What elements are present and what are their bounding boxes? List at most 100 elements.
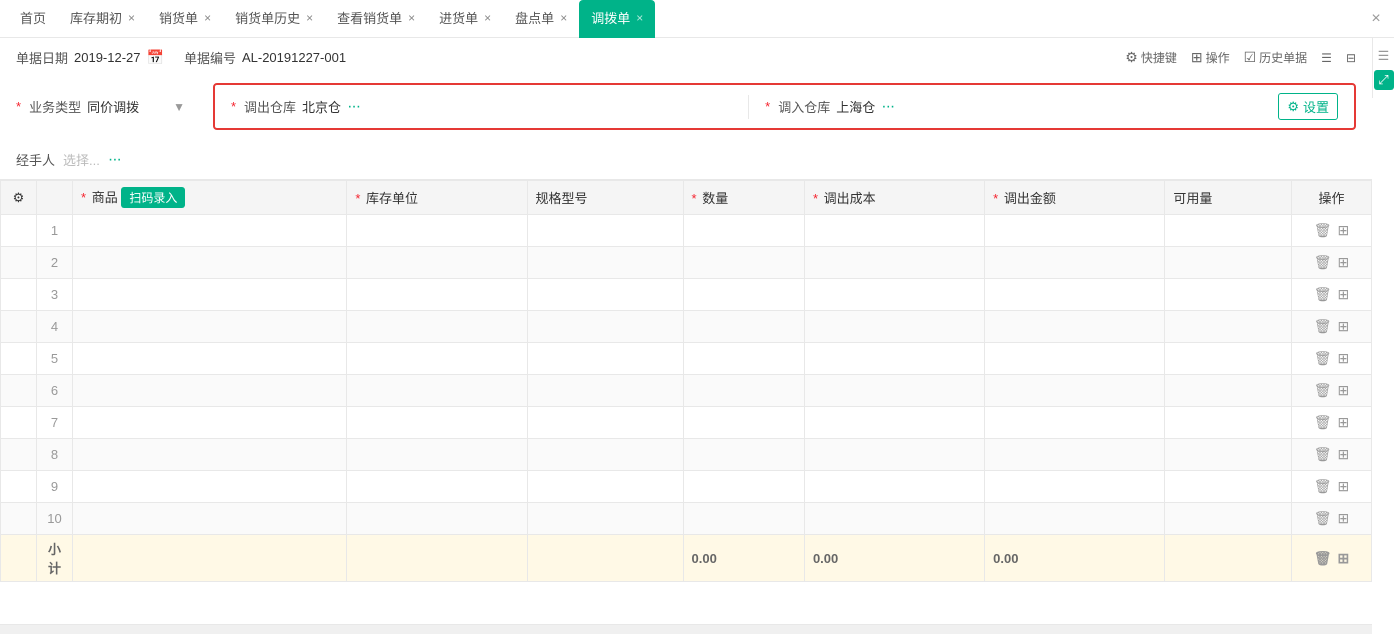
- row-amount[interactable]: [985, 343, 1165, 375]
- row-amount[interactable]: [985, 471, 1165, 503]
- row-product[interactable]: [73, 343, 347, 375]
- row-copy-icon[interactable]: ⊞: [1338, 382, 1350, 399]
- row-delete-icon[interactable]: 🗑: [1314, 510, 1332, 527]
- row-qty[interactable]: [683, 279, 804, 311]
- row-copy-icon[interactable]: ⊞: [1338, 414, 1350, 431]
- row-product[interactable]: [73, 279, 347, 311]
- row-product[interactable]: [73, 439, 347, 471]
- row-amount[interactable]: [985, 215, 1165, 247]
- history-button[interactable]: ☑ 历史单据: [1244, 49, 1308, 66]
- row-unit[interactable]: [347, 343, 527, 375]
- row-cost[interactable]: [804, 311, 984, 343]
- tab-inventory-init[interactable]: 库存期初 ×: [58, 0, 147, 38]
- layout-grid-button[interactable]: ⊟: [1346, 51, 1356, 65]
- row-cost[interactable]: [804, 407, 984, 439]
- row-available[interactable]: [1165, 375, 1292, 407]
- row-available[interactable]: [1165, 471, 1292, 503]
- row-cost[interactable]: [804, 343, 984, 375]
- tab-bar-close-button[interactable]: ×: [1366, 9, 1386, 29]
- tab-transfer[interactable]: 调拨单 ×: [579, 0, 655, 38]
- row-available[interactable]: [1165, 279, 1292, 311]
- row-spec[interactable]: [527, 503, 683, 535]
- row-product[interactable]: [73, 471, 347, 503]
- tab-close-stocktake[interactable]: ×: [560, 11, 567, 25]
- row-spec[interactable]: [527, 407, 683, 439]
- row-unit[interactable]: [347, 503, 527, 535]
- tab-view-sales[interactable]: 查看销货单 ×: [325, 0, 427, 38]
- row-available[interactable]: [1165, 343, 1292, 375]
- row-amount[interactable]: [985, 279, 1165, 311]
- tab-stocktake[interactable]: 盘点单 ×: [503, 0, 579, 38]
- row-spec[interactable]: [527, 471, 683, 503]
- tab-close-inventory-init[interactable]: ×: [128, 11, 135, 25]
- row-cost[interactable]: [804, 279, 984, 311]
- in-warehouse-value[interactable]: 上海仓: [836, 97, 875, 116]
- row-cost[interactable]: [804, 503, 984, 535]
- row-product[interactable]: [73, 503, 347, 535]
- row-copy-icon[interactable]: ⊞: [1338, 478, 1350, 495]
- tab-close-transfer[interactable]: ×: [636, 11, 643, 25]
- row-unit[interactable]: [347, 215, 527, 247]
- row-amount[interactable]: [985, 439, 1165, 471]
- biz-value[interactable]: 同价调拨: [87, 97, 167, 116]
- row-available[interactable]: [1165, 215, 1292, 247]
- row-qty[interactable]: [683, 247, 804, 279]
- row-amount[interactable]: [985, 407, 1165, 439]
- row-copy-icon[interactable]: ⊞: [1338, 510, 1350, 527]
- row-copy-icon[interactable]: ⊞: [1338, 446, 1350, 463]
- biz-dropdown-icon[interactable]: ▼: [173, 100, 185, 114]
- row-cost[interactable]: [804, 375, 984, 407]
- row-qty[interactable]: [683, 439, 804, 471]
- tab-close-sales-history[interactable]: ×: [306, 11, 313, 25]
- tab-purchase[interactable]: 进货单 ×: [427, 0, 503, 38]
- row-amount[interactable]: [985, 247, 1165, 279]
- row-copy-icon[interactable]: ⊞: [1338, 350, 1350, 367]
- row-spec[interactable]: [527, 247, 683, 279]
- row-product[interactable]: [73, 247, 347, 279]
- tab-home[interactable]: 首页: [8, 0, 58, 38]
- row-spec[interactable]: [527, 439, 683, 471]
- row-qty[interactable]: [683, 503, 804, 535]
- row-qty[interactable]: [683, 471, 804, 503]
- row-qty[interactable]: [683, 215, 804, 247]
- tab-sales-history[interactable]: 销货单历史 ×: [223, 0, 325, 38]
- layout-list-button[interactable]: ☰: [1321, 51, 1332, 65]
- horizontal-scrollbar[interactable]: [0, 624, 1372, 634]
- row-delete-icon[interactable]: 🗑: [1314, 478, 1332, 495]
- sidebar-expand-icon[interactable]: ⤢: [1374, 70, 1394, 90]
- row-amount[interactable]: [985, 375, 1165, 407]
- row-delete-icon[interactable]: 🗑: [1314, 318, 1332, 335]
- agent-dots[interactable]: ···: [108, 151, 121, 169]
- shortcut-button[interactable]: ⚙ 快捷键: [1125, 49, 1177, 66]
- tab-close-sales-order[interactable]: ×: [204, 11, 211, 25]
- subtotal-add-icon[interactable]: ⊞: [1338, 550, 1350, 567]
- row-delete-icon[interactable]: 🗑: [1314, 414, 1332, 431]
- row-cost[interactable]: [804, 215, 984, 247]
- row-delete-icon[interactable]: 🗑: [1314, 254, 1332, 271]
- row-spec[interactable]: [527, 343, 683, 375]
- row-unit[interactable]: [347, 439, 527, 471]
- row-qty[interactable]: [683, 343, 804, 375]
- row-delete-icon[interactable]: 🗑: [1314, 350, 1332, 367]
- row-available[interactable]: [1165, 407, 1292, 439]
- tab-close-purchase[interactable]: ×: [484, 11, 491, 25]
- row-unit[interactable]: [347, 311, 527, 343]
- row-amount[interactable]: [985, 311, 1165, 343]
- row-delete-icon[interactable]: 🗑: [1314, 382, 1332, 399]
- row-unit[interactable]: [347, 471, 527, 503]
- row-product[interactable]: [73, 215, 347, 247]
- row-spec[interactable]: [527, 375, 683, 407]
- row-copy-icon[interactable]: ⊞: [1338, 286, 1350, 303]
- row-unit[interactable]: [347, 407, 527, 439]
- out-warehouse-value[interactable]: 北京仓: [302, 97, 341, 116]
- row-spec[interactable]: [527, 311, 683, 343]
- row-product[interactable]: [73, 311, 347, 343]
- in-warehouse-dots[interactable]: ···: [881, 98, 894, 116]
- row-spec[interactable]: [527, 279, 683, 311]
- row-cost[interactable]: [804, 439, 984, 471]
- row-cost[interactable]: [804, 471, 984, 503]
- row-qty[interactable]: [683, 311, 804, 343]
- row-copy-icon[interactable]: ⊞: [1338, 222, 1350, 239]
- settings-gear-icon[interactable]: ⚙: [13, 190, 25, 205]
- row-unit[interactable]: [347, 279, 527, 311]
